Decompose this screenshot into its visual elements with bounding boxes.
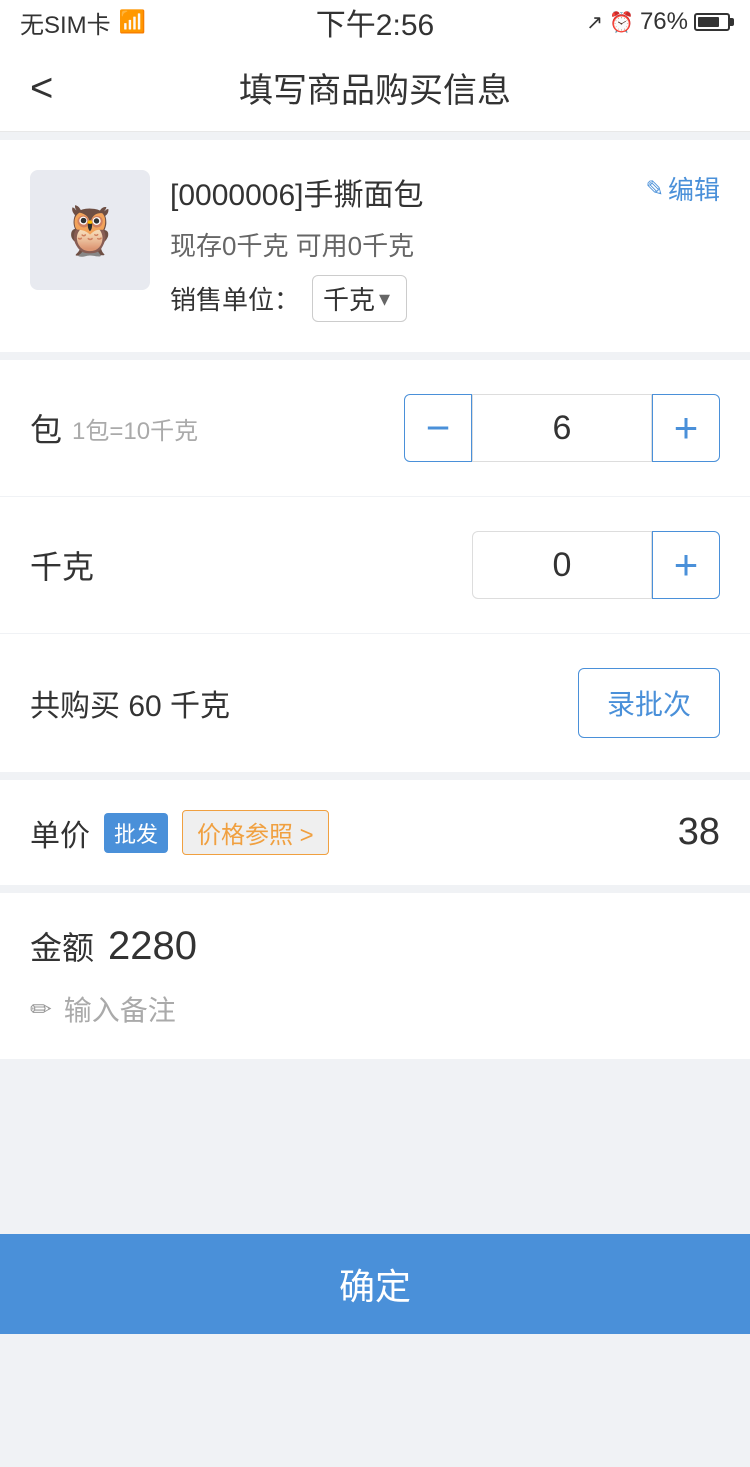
battery-icon [694,13,730,31]
bao-label: 包 [30,405,62,451]
pencil-icon: ✏ [30,994,52,1025]
bao-plus-button[interactable]: + [652,394,720,462]
bao-input[interactable] [472,394,652,462]
edit-button[interactable]: ✎ 编辑 [646,170,720,207]
unit-select[interactable]: 千克 ▾ [312,275,407,322]
status-bar: 无SIM卡 📶 下午2:56 ↗ ⏰ 76% [0,0,750,44]
product-stock: 现存0千克 可用0千克 [170,226,720,263]
back-button[interactable]: < [30,68,53,108]
amount-section: 金额 2280 ✏ 输入备注 [0,893,750,1067]
total-row: 共购买 60 千克 录批次 [0,634,750,772]
bao-sublabel: 1包=10千克 [72,411,198,446]
confirm-bar[interactable]: 确定 [0,1234,750,1334]
product-thumbnail: 🦉 [30,170,150,290]
product-name: [0000006]手撕面包 [170,170,423,214]
price-value: 38 [678,811,720,854]
edit-label: 编辑 [668,170,720,207]
kg-controls: + [472,531,720,599]
product-unit-row: 销售单位： 千克 ▾ [170,275,720,322]
wifi-icon: 📶 [119,9,146,35]
amount-value: 2280 [108,924,197,969]
price-ref-label: 价格参照 > [197,815,314,850]
status-time: 下午2:56 [316,0,434,44]
price-reference-button[interactable]: 价格参照 > [182,810,329,855]
kg-label: 千克 [30,542,94,588]
product-logo-icon: 🦉 [60,202,120,259]
quantity-section: 包 1包=10千克 − + 千克 + 共购买 60 千克 录批次 [0,360,750,780]
note-placeholder: 输入备注 [64,989,176,1029]
bao-minus-button[interactable]: − [404,394,472,462]
location-icon: ↗ [586,10,603,35]
total-label: 共购买 60 千克 [30,681,230,725]
amount-row: 金额 2280 [30,923,720,969]
bao-row: 包 1包=10千克 − + [0,360,750,497]
alarm-icon: ⏰ [609,10,634,35]
kg-input[interactable] [472,531,652,599]
status-left: 无SIM卡 📶 [20,5,146,40]
carrier-text: 无SIM卡 [20,5,111,40]
batch-tag: 批发 [104,813,168,853]
record-batch-button[interactable]: 录批次 [578,668,720,738]
price-section: 单价 批发 价格参照 > 38 [0,780,750,893]
price-label: 单价 [30,811,90,855]
note-row[interactable]: ✏ 输入备注 [30,989,720,1029]
product-card: 🦉 [0000006]手撕面包 ✎ 编辑 现存0千克 可用0千克 销售单位： 千… [0,140,750,360]
page-title: 填写商品购买信息 [239,63,511,112]
bao-controls: − + [404,394,720,462]
battery-percent: 76% [640,8,688,36]
nav-bar: < 填写商品购买信息 [0,44,750,132]
product-info: [0000006]手撕面包 ✎ 编辑 现存0千克 可用0千克 销售单位： 千克 … [170,170,720,322]
unit-value: 千克 [323,280,375,317]
status-right: ↗ ⏰ 76% [586,8,730,36]
kg-plus-button[interactable]: + [652,531,720,599]
dropdown-arrow-icon: ▾ [379,286,390,312]
edit-icon: ✎ [646,176,664,202]
kg-row: 千克 + [0,497,750,634]
confirm-button-label: 确定 [339,1258,411,1310]
amount-label: 金额 [30,923,94,969]
unit-label: 销售单位： [170,280,300,317]
